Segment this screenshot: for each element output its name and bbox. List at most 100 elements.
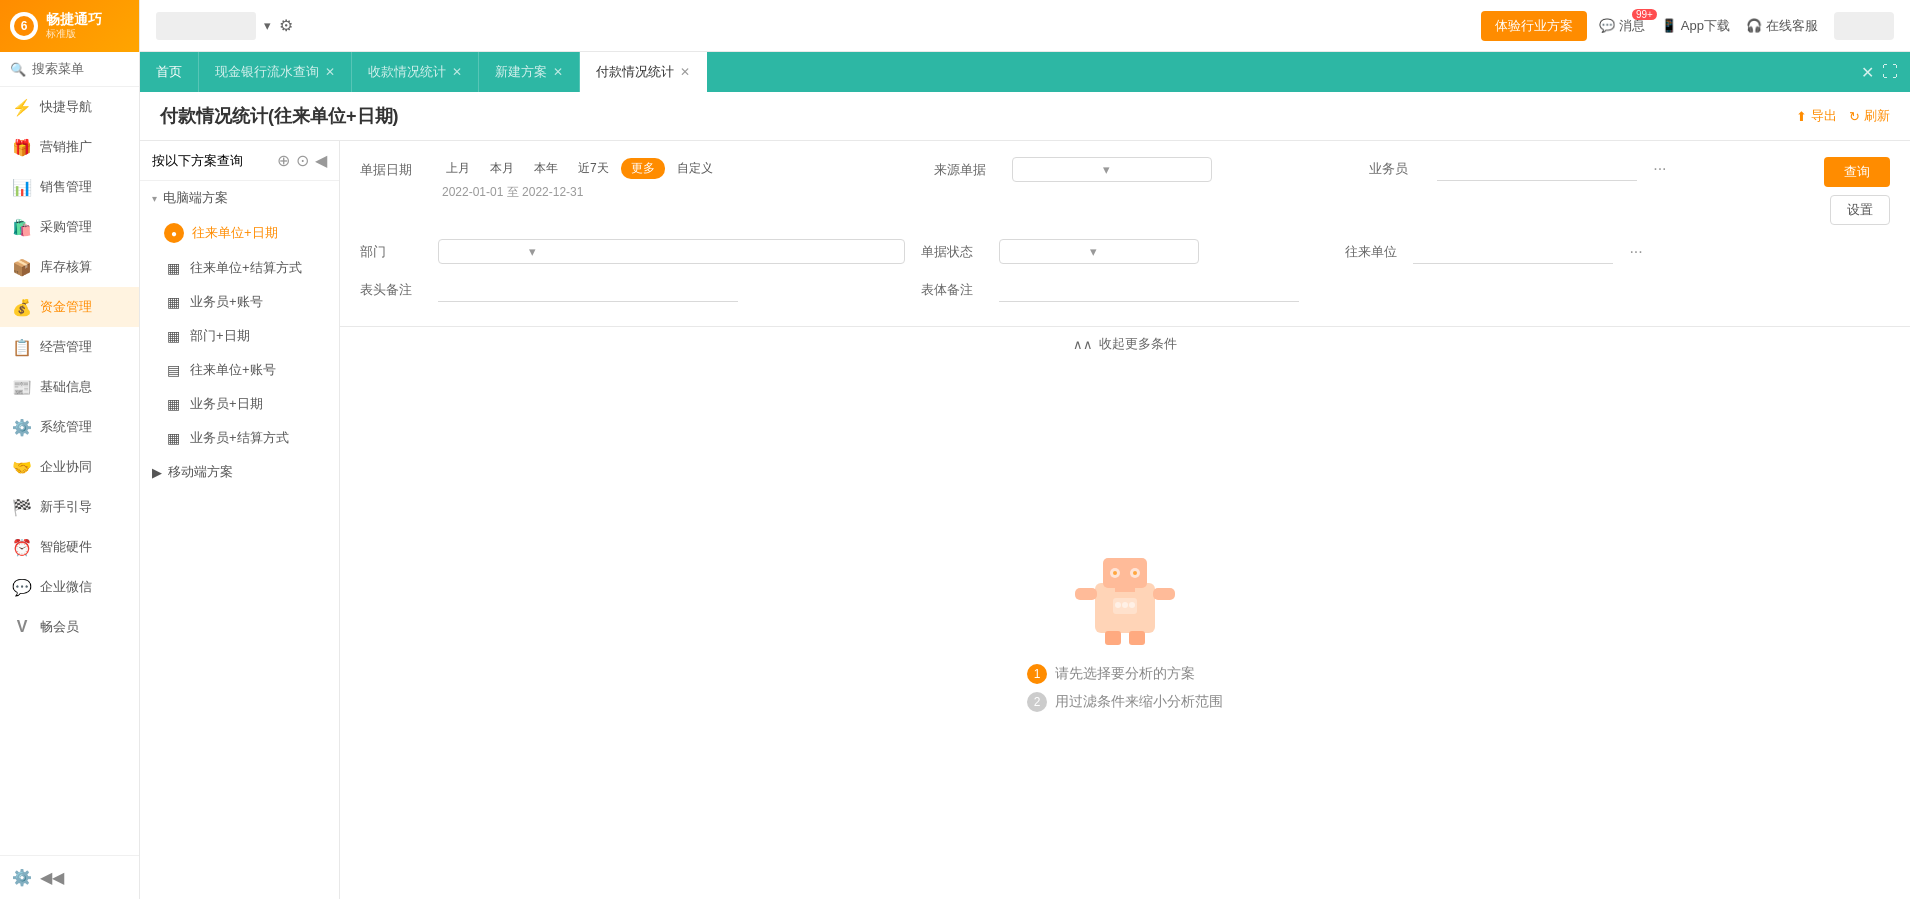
tab-fullscreen-icon[interactable]: ⛶: [1882, 63, 1898, 81]
sidebar-logo: 6: [10, 12, 38, 40]
app-download-btn[interactable]: 📱 App下载: [1661, 17, 1730, 35]
partner-more-btn[interactable]: ···: [1629, 243, 1642, 261]
query-btn[interactable]: 查询: [1824, 157, 1890, 187]
sidebar-item-hardware[interactable]: ⏰ 智能硬件: [0, 527, 139, 567]
tab-payment-stats-close[interactable]: ✕: [680, 65, 690, 79]
sidebar-item-sales[interactable]: 📊 销售管理: [0, 167, 139, 207]
svg-point-4: [1113, 571, 1117, 575]
more-btn[interactable]: 更多: [621, 158, 665, 179]
sidebar-brand-info: 畅捷通巧 标准版: [46, 11, 102, 42]
tab-receipt-stats-close[interactable]: ✕: [452, 65, 462, 79]
sidebar-item-label: 畅会员: [40, 618, 79, 636]
sidebar-item-purchase[interactable]: 🛍️ 采购管理: [0, 207, 139, 247]
body-note-input[interactable]: [999, 278, 1299, 302]
tab-bank-flow[interactable]: 现金银行流水查询 ✕: [199, 52, 352, 92]
scheme-item-staff-settle[interactable]: ▦ 业务员+结算方式: [140, 421, 339, 455]
export-label: 导出: [1811, 107, 1837, 125]
sales-icon: 📊: [12, 177, 32, 197]
scheme-label: 往来单位+结算方式: [190, 259, 302, 277]
purchase-icon: 🛍️: [12, 217, 32, 237]
settings-btn[interactable]: 设置: [1830, 195, 1890, 225]
content-body: 按以下方案查询 ⊕ ⊙ ◀ ▾ 电脑端方案 ● 往来单位+日期: [140, 141, 1910, 899]
tab-receipt-stats[interactable]: 收款情况统计 ✕: [352, 52, 479, 92]
scheme-item-unit-account[interactable]: ▤ 往来单位+账号: [140, 353, 339, 387]
staff-more-btn[interactable]: ···: [1653, 160, 1666, 178]
sidebar-search[interactable]: 🔍 搜索菜单: [0, 52, 139, 87]
scheme-item-staff-account[interactable]: ▦ 业务员+账号: [140, 285, 339, 319]
try-industry-btn[interactable]: 体验行业方案: [1481, 11, 1587, 41]
collapse-bar[interactable]: ∧∧ 收起更多条件: [340, 326, 1910, 361]
scheme-item-staff-date[interactable]: ▦ 业务员+日期: [140, 387, 339, 421]
export-btn[interactable]: ⬆ 导出: [1796, 107, 1837, 125]
sidebar-item-wechat[interactable]: 💬 企业微信: [0, 567, 139, 607]
scheme-panel-header: 按以下方案查询 ⊕ ⊙ ◀: [140, 141, 339, 181]
sidebar-collapse-icon[interactable]: ◀◀: [40, 868, 64, 887]
scheme-item-dept-date[interactable]: ▦ 部门+日期: [140, 319, 339, 353]
mobile-section-title[interactable]: ▶ 移动端方案: [140, 455, 339, 489]
sidebar-item-guide[interactable]: 🏁 新手引导: [0, 487, 139, 527]
sidebar-item-label: 基础信息: [40, 378, 92, 396]
header-note-input[interactable]: [438, 278, 738, 302]
source-doc-field: 来源单据 ▾: [934, 157, 1353, 182]
tab-payment-stats[interactable]: 付款情况统计 ✕: [580, 52, 707, 92]
desktop-section-title[interactable]: ▾ 电脑端方案: [140, 181, 339, 215]
dept-select[interactable]: ▾: [438, 239, 905, 264]
partner-field: 往来单位 ···: [1345, 240, 1754, 264]
sidebar-item-marketing[interactable]: 🎁 营销推广: [0, 127, 139, 167]
empty-state: 1 请先选择要分析的方案 2 用过滤条件来缩小分析范围: [340, 361, 1910, 899]
sidebar-header: 6 畅捷通巧 标准版: [0, 0, 139, 52]
svg-rect-8: [1153, 588, 1175, 600]
recent7-btn[interactable]: 近7天: [570, 157, 617, 180]
sidebar-item-member[interactable]: V 畅会员: [0, 607, 139, 647]
user-avatar-area[interactable]: [1834, 12, 1894, 40]
tab-home[interactable]: 首页: [140, 52, 199, 92]
sidebar-item-inventory[interactable]: 📦 库存核算: [0, 247, 139, 287]
topbar-dropdown-icon[interactable]: ▾: [264, 18, 271, 33]
doc-status-select[interactable]: ▾: [999, 239, 1199, 264]
sidebar-item-capital[interactable]: 💰 资金管理: [0, 287, 139, 327]
expand-icon-mobile: ▶: [152, 465, 162, 480]
sidebar-item-system[interactable]: ⚙️ 系统管理: [0, 407, 139, 447]
sidebar-item-enterprise[interactable]: 🤝 企业协同: [0, 447, 139, 487]
tab-new-scheme-close[interactable]: ✕: [553, 65, 563, 79]
this-month-btn[interactable]: 本月: [482, 157, 522, 180]
guide-icon: 🏁: [12, 497, 32, 517]
tab-bank-flow-close[interactable]: ✕: [325, 65, 335, 79]
settings-scheme-btn[interactable]: ⊙: [296, 151, 309, 170]
custom-btn[interactable]: 自定义: [669, 157, 721, 180]
collapse-scheme-btn[interactable]: ◀: [315, 151, 327, 170]
topbar-settings-icon[interactable]: ⚙: [279, 16, 293, 35]
sidebar-item-label: 系统管理: [40, 418, 92, 436]
scheme-item-unit-date[interactable]: ● 往来单位+日期: [140, 215, 339, 251]
topbar-nav: ▾ ⚙: [156, 12, 1469, 40]
online-service-btn[interactable]: 🎧 在线客服: [1746, 17, 1818, 35]
topbar: ▾ ⚙ 体验行业方案 💬 消息 99+ 📱 App下载 🎧 在线客服: [140, 0, 1910, 52]
sidebar-item-label: 企业协同: [40, 458, 92, 476]
scheme-table-icon: ▦: [164, 327, 182, 345]
sidebar-logo-icon: 6: [14, 16, 34, 36]
page-actions: ⬆ 导出 ↻ 刷新: [1796, 107, 1890, 125]
add-scheme-btn[interactable]: ⊕: [277, 151, 290, 170]
refresh-btn[interactable]: ↻ 刷新: [1849, 107, 1890, 125]
partner-input[interactable]: [1413, 240, 1613, 264]
tab-close-all-icon[interactable]: ✕: [1861, 63, 1874, 82]
message-btn[interactable]: 💬 消息 99+: [1599, 17, 1645, 35]
collapse-label: 收起更多条件: [1099, 335, 1177, 353]
topbar-logo-area: [156, 12, 256, 40]
sidebar-item-basic-info[interactable]: 📰 基础信息: [0, 367, 139, 407]
doc-status-label: 单据状态: [921, 243, 991, 261]
hint-num-1: 1: [1027, 664, 1047, 684]
tab-new-scheme[interactable]: 新建方案 ✕: [479, 52, 580, 92]
settings-gear-icon[interactable]: ⚙️: [12, 868, 32, 887]
sidebar-item-quick-nav[interactable]: ⚡ 快捷导航: [0, 87, 139, 127]
source-doc-select[interactable]: ▾: [1012, 157, 1212, 182]
scheme-panel-title: 按以下方案查询: [152, 152, 243, 170]
expand-icon: ▾: [152, 193, 157, 204]
app-icon: 📱: [1661, 18, 1677, 33]
staff-input[interactable]: [1437, 157, 1637, 181]
scheme-item-unit-settle[interactable]: ▦ 往来单位+结算方式: [140, 251, 339, 285]
last-month-btn[interactable]: 上月: [438, 157, 478, 180]
sidebar-item-operation[interactable]: 📋 经营管理: [0, 327, 139, 367]
svg-rect-10: [1105, 631, 1121, 645]
this-year-btn[interactable]: 本年: [526, 157, 566, 180]
